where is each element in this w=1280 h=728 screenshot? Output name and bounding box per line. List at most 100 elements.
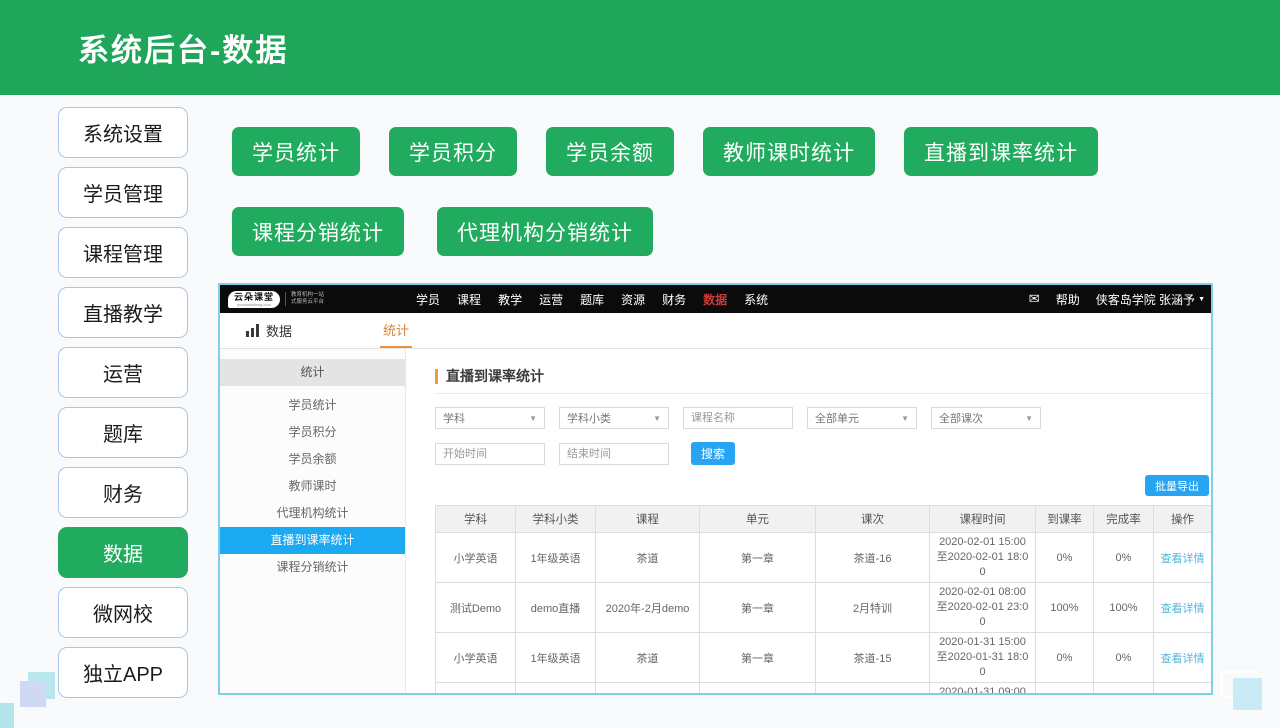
end-time-input[interactable] — [559, 443, 669, 465]
chip-student-balance[interactable]: 学员余额 — [546, 127, 674, 176]
nav-item-courses[interactable]: 课程 — [457, 291, 481, 308]
sidebar-item-data[interactable]: 数据 — [58, 527, 188, 578]
chevron-down-icon: ▼ — [1025, 414, 1033, 423]
logo-text: 云朵课堂 — [234, 293, 274, 302]
cell-unit: 第一章 — [700, 633, 816, 683]
cell-actions: 查看详情 — [1154, 683, 1212, 696]
logo-domain: yunduoketang.com — [237, 303, 271, 307]
breadcrumb-bar: 数据 统计 — [220, 313, 1211, 349]
decoration-square — [1233, 678, 1262, 710]
tab-statistics[interactable]: 统计 — [380, 313, 412, 348]
view-details-link[interactable]: 查看详情 — [1161, 553, 1205, 565]
nav-item-system[interactable]: 系统 — [744, 291, 768, 308]
sidebar-item-live-teaching[interactable]: 直播教学 — [58, 287, 188, 338]
cell-course: 茶道 — [596, 533, 700, 583]
chip-agency-distribution-stats[interactable]: 代理机构分销统计 — [437, 207, 653, 256]
cell-completion-rate: 100% — [1094, 583, 1154, 633]
sidebar-item-operations[interactable]: 运营 — [58, 347, 188, 398]
sidebar-item-standalone-app[interactable]: 独立APP — [58, 647, 188, 698]
chip-teacher-hours-stats[interactable]: 教师课时统计 — [703, 127, 875, 176]
nav-item-question-bank[interactable]: 题库 — [580, 291, 604, 308]
subject-select-value: 学科 — [443, 410, 465, 426]
decoration-square — [0, 703, 14, 728]
cell-actions: 查看详情 — [1154, 583, 1212, 633]
subject-subtype-select[interactable]: 学科小类 ▼ — [559, 407, 669, 429]
cell-actions: 查看详情 — [1154, 633, 1212, 683]
chip-live-attendance-stats[interactable]: 直播到课率统计 — [904, 127, 1098, 176]
sub-item-course-distribution-stats[interactable]: 课程分销统计 — [220, 554, 405, 581]
lesson-select-value: 全部课次 — [939, 410, 983, 426]
chevron-down-icon: ▼ — [653, 414, 661, 423]
view-details-link[interactable]: 查看详情 — [1161, 603, 1205, 615]
cell-lesson: 茶道-15 — [816, 633, 930, 683]
nav-item-operations[interactable]: 运营 — [539, 291, 563, 308]
mail-icon[interactable]: ✉ — [1029, 291, 1040, 307]
page-title: 系统后台-数据 — [78, 25, 288, 70]
nav-item-data-active[interactable]: 数据 — [703, 291, 727, 308]
breadcrumb: 数据 — [266, 321, 292, 340]
start-time-input[interactable] — [435, 443, 545, 465]
sidebar-item-system-settings[interactable]: 系统设置 — [58, 107, 188, 158]
cell-subject: 小学英语 — [436, 633, 516, 683]
sidebar-item-finance[interactable]: 财务 — [58, 467, 188, 518]
chip-student-points[interactable]: 学员积分 — [389, 127, 517, 176]
title-accent-bar — [435, 369, 438, 384]
cell-unit: 第一章 — [700, 533, 816, 583]
help-link[interactable]: 帮助 — [1056, 291, 1080, 308]
chip-course-distribution-stats[interactable]: 课程分销统计 — [232, 207, 404, 256]
sub-item-agency-stats[interactable]: 代理机构统计 — [220, 500, 405, 527]
search-button[interactable]: 搜索 — [691, 442, 735, 465]
nav-item-finance[interactable]: 财务 — [662, 291, 686, 308]
cell-course-time: 2020-01-31 15:00至2020-01-31 18:00 — [930, 633, 1036, 683]
lesson-select[interactable]: 全部课次 ▼ — [931, 407, 1041, 429]
column-header: 到课率 — [1036, 506, 1094, 533]
column-header: 课次 — [816, 506, 930, 533]
cell-completion-rate: 0% — [1094, 683, 1154, 696]
cell-completion-rate: 0% — [1094, 533, 1154, 583]
cell-course: 寒假辅导 — [596, 683, 700, 696]
view-details-link[interactable]: 查看详情 — [1161, 653, 1205, 665]
logo-tagline: 教育机构一站 式服务云平台 — [291, 292, 324, 305]
account-menu[interactable]: 侠客岛学院 张涵予 ▼ — [1096, 291, 1205, 308]
tagline-line-1: 教育机构一站 — [291, 292, 324, 299]
page-header: 系统后台-数据 — [0, 0, 1280, 95]
brand-logo: 云朵课堂 yunduoketang.com 教育机构一站 式服务云平台 — [228, 291, 324, 308]
cell-subject: 小学英语 — [436, 533, 516, 583]
nav-item-students[interactable]: 学员 — [416, 291, 440, 308]
logo-divider — [285, 292, 286, 306]
cell-attendance-rate: 100% — [1036, 583, 1094, 633]
unit-select[interactable]: 全部单元 ▼ — [807, 407, 917, 429]
sub-sidebar-header: 统计 — [220, 359, 405, 386]
sidebar-item-student-management[interactable]: 学员管理 — [58, 167, 188, 218]
admin-screenshot-panel: 云朵课堂 yunduoketang.com 教育机构一站 式服务云平台 学员 课… — [218, 283, 1213, 695]
sidebar-item-question-bank[interactable]: 题库 — [58, 407, 188, 458]
sub-item-live-attendance-stats[interactable]: 直播到课率统计 — [220, 527, 405, 554]
bulk-export-button[interactable]: 批量导出 — [1145, 475, 1209, 496]
column-header: 完成率 — [1094, 506, 1154, 533]
course-name-input[interactable] — [683, 407, 793, 429]
sub-item-student-points[interactable]: 学员积分 — [220, 419, 405, 446]
column-header: 学科 — [436, 506, 516, 533]
table-row: 小学英语 1年级英语 茶道 第一章 茶道-16 2020-02-01 15:00… — [436, 533, 1212, 583]
nav-item-resources[interactable]: 资源 — [621, 291, 645, 308]
subject-subtype-value: 学科小类 — [567, 410, 611, 426]
cell-attendance-rate: 0% — [1036, 683, 1094, 696]
cell-lesson: 2月特训 — [816, 583, 930, 633]
chip-student-stats[interactable]: 学员统计 — [232, 127, 360, 176]
cell-unit: 第一章 — [700, 683, 816, 696]
sub-item-teacher-hours[interactable]: 教师课时 — [220, 473, 405, 500]
admin-body: 统计 学员统计 学员积分 学员余额 教师课时 代理机构统计 直播到课率统计 课程… — [220, 349, 1211, 693]
sidebar-item-micro-school[interactable]: 微网校 — [58, 587, 188, 638]
cell-subject-subtype: demo直播 — [516, 583, 596, 633]
cell-unit: 第一章 — [700, 583, 816, 633]
stats-sub-sidebar: 统计 学员统计 学员积分 学员余额 教师课时 代理机构统计 直播到课率统计 课程… — [220, 349, 406, 693]
sub-item-student-balance[interactable]: 学员余额 — [220, 446, 405, 473]
sub-item-student-stats[interactable]: 学员统计 — [220, 392, 405, 419]
subject-select[interactable]: 学科 ▼ — [435, 407, 545, 429]
chevron-down-icon: ▼ — [901, 414, 909, 423]
tagline-line-2: 式服务云平台 — [291, 299, 324, 306]
sidebar-item-course-management[interactable]: 课程管理 — [58, 227, 188, 278]
filter-row-1: 学科 ▼ 学科小类 ▼ 全部单元 ▼ 全部课次 ▼ — [435, 407, 1041, 429]
nav-item-teaching[interactable]: 教学 — [498, 291, 522, 308]
table-row: 小学英语 1年级英语 茶道 第一章 茶道-15 2020-01-31 15:00… — [436, 633, 1212, 683]
